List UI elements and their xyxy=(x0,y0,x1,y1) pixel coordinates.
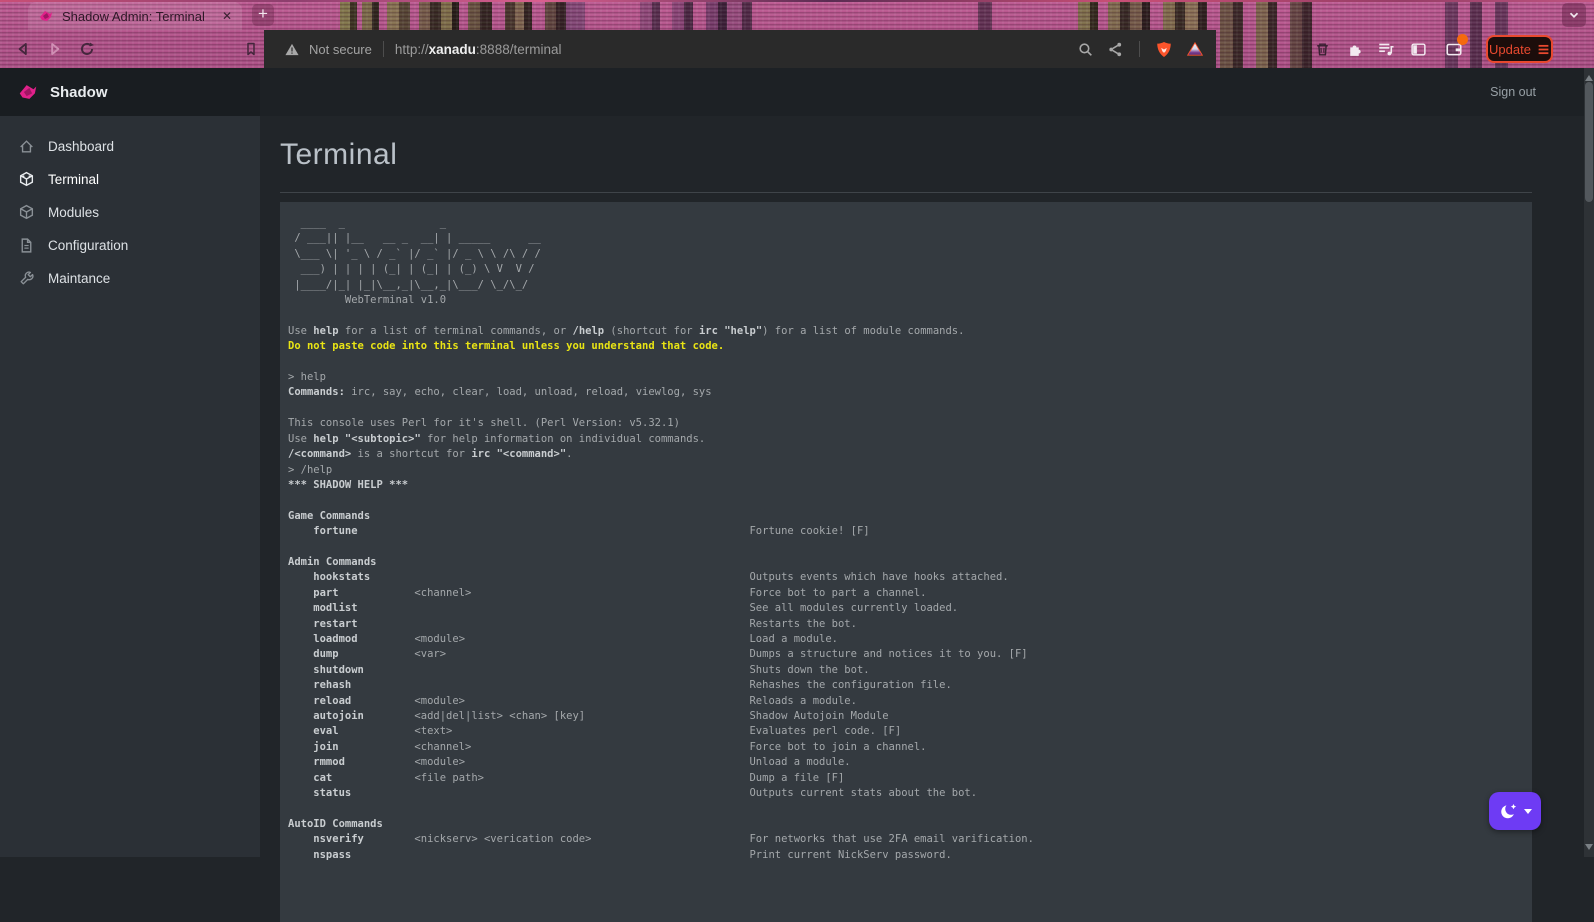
back-arrow-icon xyxy=(14,40,32,58)
scroll-up-arrow[interactable] xyxy=(1585,71,1593,81)
warning-icon xyxy=(284,42,300,57)
page-title: Terminal xyxy=(280,138,1532,172)
sidebar-item-label: Configuration xyxy=(48,238,128,253)
sidebar-item-label: Maintance xyxy=(48,271,110,286)
moon-icon xyxy=(1499,801,1519,821)
update-button[interactable]: Update xyxy=(1486,35,1553,63)
sidebar-item-label: Terminal xyxy=(48,172,99,187)
sidebar-nav: Dashboard Terminal Modules xyxy=(0,116,260,295)
share-icon[interactable] xyxy=(1107,41,1124,58)
scrollbar-thumb[interactable] xyxy=(1585,82,1593,202)
package-icon xyxy=(18,204,35,221)
chevron-down-icon xyxy=(1567,8,1581,22)
address-divider xyxy=(1139,41,1140,57)
brand[interactable]: Shadow xyxy=(0,68,260,116)
playlist-button[interactable] xyxy=(1374,37,1398,61)
sign-out-link[interactable]: Sign out xyxy=(1490,85,1536,99)
terminal-cube-icon xyxy=(18,171,35,188)
sidebar-item-modules[interactable]: Modules xyxy=(0,196,260,229)
update-label: Update xyxy=(1489,42,1531,57)
home-icon xyxy=(18,138,35,155)
wrench-icon xyxy=(18,270,35,287)
address-bar[interactable]: Not secure http://xanadu:8888/terminal xyxy=(264,30,1216,68)
caret-down-icon xyxy=(1524,809,1532,818)
forward-button[interactable] xyxy=(42,36,68,62)
shadow-logo-icon xyxy=(16,81,40,103)
page-content: Shadow Dashboard Terminal xyxy=(0,68,1594,857)
reload-button[interactable] xyxy=(74,36,100,62)
scroll-down-arrow[interactable] xyxy=(1585,844,1593,854)
browser-chrome: Shadow Admin: Terminal ✕ + xyxy=(0,0,1594,68)
top-header: Sign out xyxy=(260,68,1584,116)
main-area: Terminal ____ _ _ / ___|| |__ __ _ __| |… xyxy=(260,116,1584,857)
address-divider xyxy=(383,41,384,57)
favicon-shadow-icon xyxy=(38,8,54,24)
sidebar-item-dashboard[interactable]: Dashboard xyxy=(0,130,260,163)
sidebar-item-configuration[interactable]: Configuration xyxy=(0,229,260,262)
terminal-panel[interactable]: ____ _ _ / ___|| |__ __ _ __| | _____ __… xyxy=(280,202,1532,922)
new-tab-button[interactable]: + xyxy=(252,4,274,26)
brand-label: Shadow xyxy=(50,84,108,101)
title-divider xyxy=(280,192,1532,193)
browser-toolbar: Not secure http://xanadu:8888/terminal xyxy=(0,30,1594,68)
page-scrollbar[interactable] xyxy=(1584,68,1594,857)
theme-toggle-button[interactable] xyxy=(1489,792,1541,830)
brave-shield-icon[interactable] xyxy=(1155,40,1173,59)
forward-arrow-icon xyxy=(46,40,64,58)
wallet-notification-dot xyxy=(1457,34,1468,45)
tab-close-icon[interactable]: ✕ xyxy=(220,9,234,23)
sidebar-toggle-button[interactable] xyxy=(1406,37,1430,61)
sidebar-item-label: Dashboard xyxy=(48,139,114,154)
sidebar-item-label: Modules xyxy=(48,205,99,220)
menu-hamburger-icon xyxy=(1537,43,1550,56)
bat-triangle-icon[interactable] xyxy=(1186,40,1204,58)
browser-tab[interactable]: Shadow Admin: Terminal ✕ xyxy=(28,2,242,30)
playlist-icon xyxy=(1377,40,1395,58)
back-button[interactable] xyxy=(10,36,36,62)
extensions-button[interactable] xyxy=(1342,37,1366,61)
trash-button[interactable] xyxy=(1310,37,1334,61)
trash-icon xyxy=(1314,41,1331,58)
side-panel-icon xyxy=(1410,41,1427,58)
url-scheme: http:// xyxy=(395,42,429,57)
bookmark-icon xyxy=(243,40,259,58)
url-text[interactable]: http://xanadu:8888/terminal xyxy=(395,42,562,57)
url-host: xanadu xyxy=(429,42,476,57)
file-icon xyxy=(18,237,35,254)
not-secure-label: Not secure xyxy=(309,42,372,57)
terminal-output: ____ _ _ / ___|| |__ __ _ __| | _____ __… xyxy=(288,216,1524,863)
tab-list-chevron-button[interactable] xyxy=(1562,3,1586,27)
puzzle-icon xyxy=(1346,41,1363,58)
tab-title: Shadow Admin: Terminal xyxy=(62,9,220,24)
sidebar: Shadow Dashboard Terminal xyxy=(0,68,260,857)
sidebar-item-terminal[interactable]: Terminal xyxy=(0,163,260,196)
zoom-icon[interactable] xyxy=(1077,41,1094,58)
bookmark-button[interactable] xyxy=(238,36,264,62)
wallet-button[interactable] xyxy=(1442,37,1466,61)
url-path: :8888/terminal xyxy=(476,42,562,57)
sidebar-item-maintance[interactable]: Maintance xyxy=(0,262,260,295)
reload-icon xyxy=(78,40,96,58)
